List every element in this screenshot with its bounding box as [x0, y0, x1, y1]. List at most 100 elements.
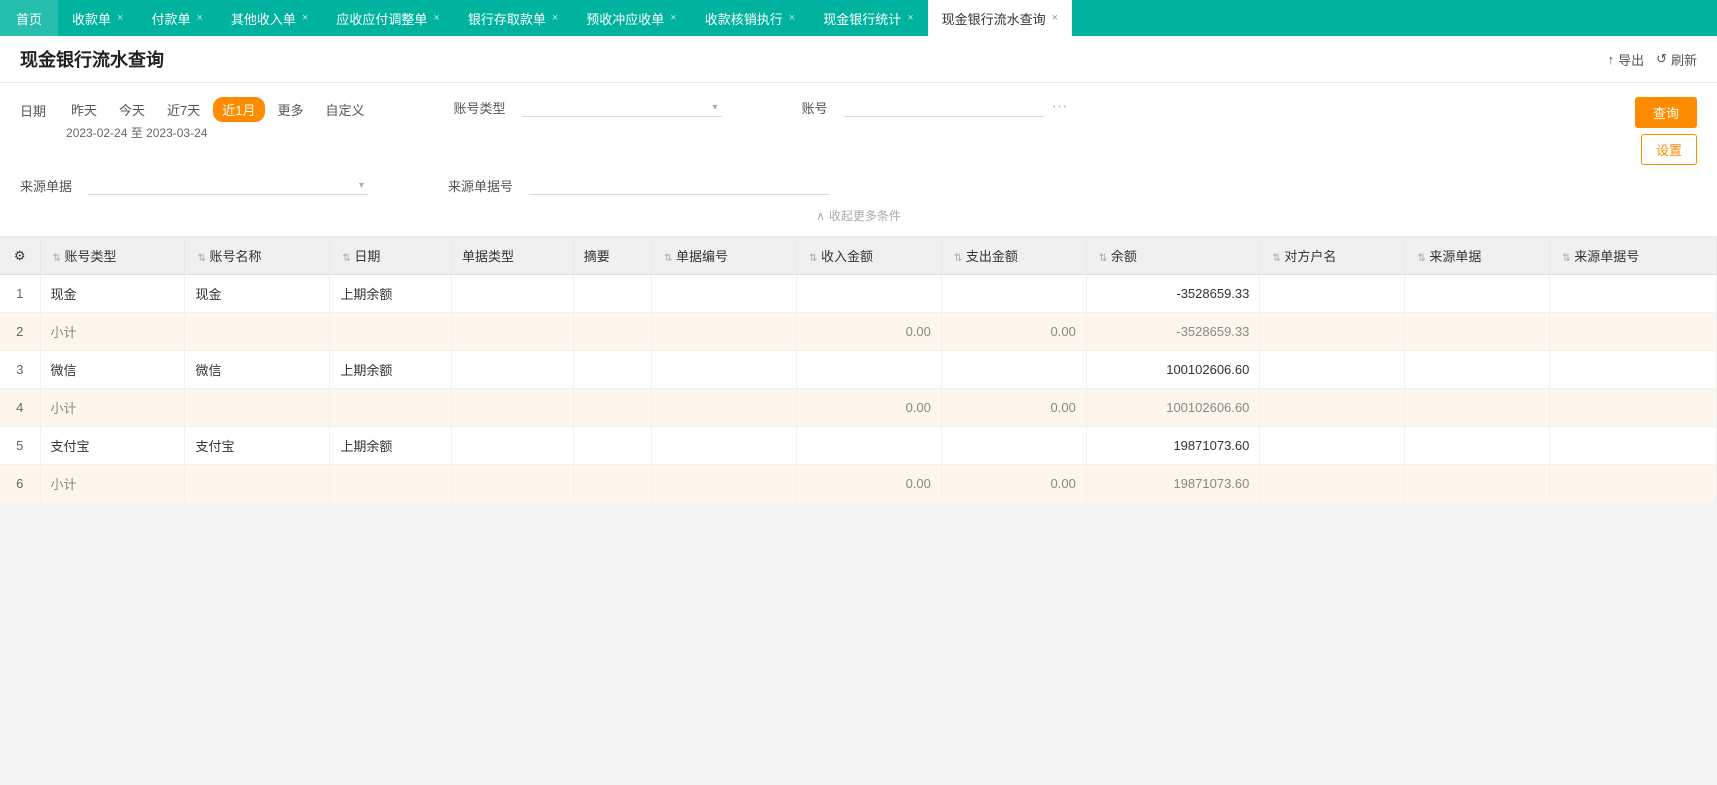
table-row: 3微信微信上期余额100102606.60: [0, 351, 1717, 389]
cell-source_doc: [1405, 275, 1550, 313]
cell-source_doc: [1405, 427, 1550, 465]
nav-item-bank-flow[interactable]: 现金银行流水查询×: [928, 0, 1072, 36]
cell-counterparty: [1260, 389, 1405, 427]
nav-close-prepay-ar[interactable]: ×: [670, 12, 676, 24]
cell-balance: 100102606.60: [1086, 351, 1260, 389]
cell-account_type: 小计: [40, 465, 185, 503]
nav-item-shoukuan[interactable]: 收款单×: [58, 0, 137, 36]
nav-close-bank-stats[interactable]: ×: [907, 12, 913, 24]
cell-account_type: 小计: [40, 389, 185, 427]
nav-close-bank-flow[interactable]: ×: [1052, 12, 1058, 24]
column-doc-type: 单据类型: [452, 237, 574, 275]
column-gear[interactable]: ⚙: [0, 237, 40, 275]
cell-balance: -3528659.33: [1086, 275, 1260, 313]
cell-index: 4: [0, 389, 40, 427]
account-type-label: 账号类型: [454, 98, 506, 117]
nav-close-verification[interactable]: ×: [789, 12, 795, 24]
date-btn-custom[interactable]: 自定义: [317, 97, 374, 122]
cell-date: [330, 313, 452, 351]
settings-button[interactable]: 设置: [1641, 134, 1697, 165]
cell-counterparty: [1260, 351, 1405, 389]
date-buttons-row: 昨天 今天 近7天 近1月 更多 自定义: [62, 97, 374, 122]
nav-item-ar-ap-adjust[interactable]: 应收应付调整单×: [322, 0, 453, 36]
source-doc-select[interactable]: [88, 175, 368, 195]
cell-source_doc_no: [1550, 389, 1717, 427]
cell-date: 上期余额: [330, 275, 452, 313]
cell-doc_no: [652, 275, 797, 313]
cell-expense: 0.00: [941, 389, 1086, 427]
cell-source_doc: [1405, 389, 1550, 427]
cell-summary: [573, 427, 651, 465]
refresh-button[interactable]: ↺ 刷新: [1656, 50, 1697, 69]
sort-account-type-icon[interactable]: ⇅: [53, 253, 61, 264]
cell-doc_type: [452, 351, 574, 389]
account-input[interactable]: [844, 97, 1044, 117]
cell-summary: [573, 465, 651, 503]
nav-item-bank-deposit[interactable]: 银行存取款单×: [454, 0, 572, 36]
cell-income: 0.00: [796, 389, 941, 427]
column-source-doc: ⇅ 来源单据: [1405, 237, 1550, 275]
source-doc-no-input[interactable]: [529, 175, 829, 195]
cell-balance: 100102606.60: [1086, 389, 1260, 427]
date-btn-yesterday[interactable]: 昨天: [62, 97, 106, 122]
cell-income: [796, 427, 941, 465]
nav-close-other-income[interactable]: ×: [302, 12, 308, 24]
date-btn-today[interactable]: 今天: [110, 97, 154, 122]
cell-date: 上期余额: [330, 427, 452, 465]
gear-icon[interactable]: ⚙: [14, 248, 26, 263]
cell-counterparty: [1260, 313, 1405, 351]
nav-item-fukuan[interactable]: 付款单×: [137, 0, 216, 36]
sort-source-doc-no-icon[interactable]: ⇅: [1562, 253, 1570, 264]
collapse-bar[interactable]: ∧ 收起更多条件: [20, 201, 1697, 226]
cell-index: 6: [0, 465, 40, 503]
export-button[interactable]: ↑ 导出: [1608, 50, 1645, 69]
cell-source_doc_no: [1550, 465, 1717, 503]
cell-source_doc_no: [1550, 313, 1717, 351]
cell-expense: [941, 275, 1086, 313]
cell-doc_no: [652, 389, 797, 427]
refresh-icon: ↺: [1656, 51, 1667, 67]
nav-close-ar-ap-adjust[interactable]: ×: [433, 12, 439, 24]
sort-counterparty-icon[interactable]: ⇅: [1272, 253, 1280, 264]
cell-date: 上期余额: [330, 351, 452, 389]
sort-income-icon[interactable]: ⇅: [809, 253, 817, 264]
cell-account_name: [185, 313, 330, 351]
nav-close-shoukuan[interactable]: ×: [117, 12, 123, 24]
nav-close-bank-deposit[interactable]: ×: [552, 12, 558, 24]
cell-doc_type: [452, 427, 574, 465]
cell-index: 2: [0, 313, 40, 351]
cell-summary: [573, 275, 651, 313]
cell-source_doc_no: [1550, 275, 1717, 313]
account-type-select[interactable]: [522, 97, 722, 117]
nav-item-other-income[interactable]: 其他收入单×: [217, 0, 322, 36]
sort-doc-no-icon[interactable]: ⇅: [664, 253, 672, 264]
nav-item-bank-stats[interactable]: 现金银行统计×: [809, 0, 927, 36]
nav-item-verification[interactable]: 收款核销执行×: [691, 0, 809, 36]
date-btn-more[interactable]: 更多: [269, 97, 313, 122]
cell-source_doc_no: [1550, 427, 1717, 465]
cell-source_doc: [1405, 313, 1550, 351]
column-counterparty: ⇅ 对方户名: [1260, 237, 1405, 275]
sort-date-icon[interactable]: ⇅: [342, 253, 350, 264]
sort-source-doc-icon[interactable]: ⇅: [1417, 253, 1425, 264]
cell-account_name: 微信: [185, 351, 330, 389]
account-more-icon[interactable]: ···: [1052, 98, 1068, 116]
column-summary: 摘要: [573, 237, 651, 275]
cell-doc_type: [452, 313, 574, 351]
sort-account-name-icon[interactable]: ⇅: [197, 253, 205, 264]
nav-close-fukuan[interactable]: ×: [196, 12, 202, 24]
cell-account_name: [185, 465, 330, 503]
cell-account_name: 支付宝: [185, 427, 330, 465]
date-range-display: 2023-02-24 至 2023-03-24: [66, 124, 374, 141]
sort-balance-icon[interactable]: ⇅: [1099, 253, 1107, 264]
nav-item-home[interactable]: 首页: [0, 0, 58, 36]
date-btn-1month[interactable]: 近1月: [213, 97, 264, 122]
query-button[interactable]: 查询: [1635, 97, 1697, 128]
table-header-row: ⚙ ⇅ 账号类型 ⇅ 账号名称 ⇅ 日期 单据类型 摘要: [0, 237, 1717, 275]
nav-item-prepay-ar[interactable]: 预收冲应收单×: [572, 0, 690, 36]
sort-expense-icon[interactable]: ⇅: [954, 253, 962, 264]
export-icon: ↑: [1608, 52, 1615, 67]
cell-counterparty: [1260, 465, 1405, 503]
date-btn-7days[interactable]: 近7天: [158, 97, 209, 122]
filter-area: 日期 昨天 今天 近7天 近1月 更多 自定义 2023-02-24 至 202…: [0, 83, 1717, 237]
